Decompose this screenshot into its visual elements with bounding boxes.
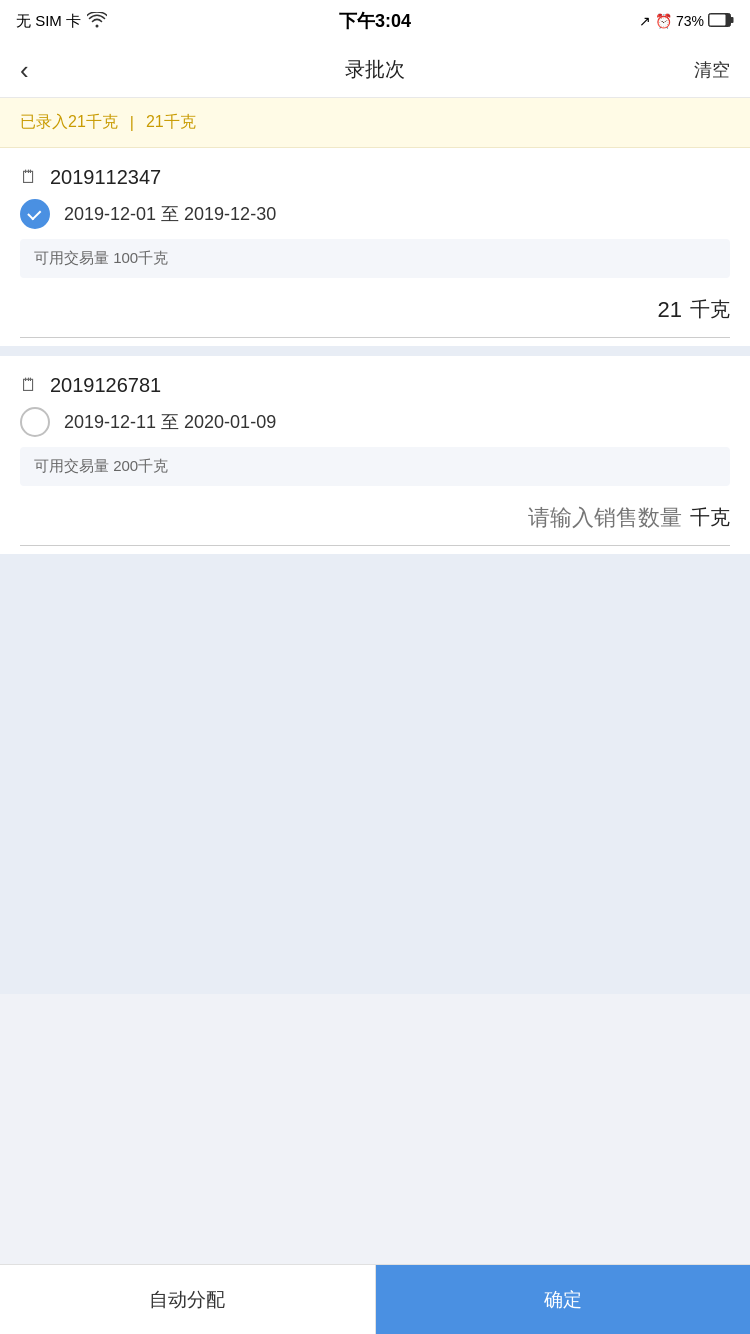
batch-1-row: 2019-12-01 至 2019-12-30 bbox=[0, 195, 750, 239]
batch-1-date: 2019-12-01 至 2019-12-30 bbox=[64, 202, 276, 226]
batch-2-icon: 🗒 bbox=[20, 375, 42, 397]
batch-2-id: 2019126781 bbox=[50, 374, 161, 397]
info-amount: 21千克 bbox=[146, 112, 196, 133]
batch-2-row: 2019-12-11 至 2020-01-09 bbox=[0, 403, 750, 447]
svg-rect-2 bbox=[710, 14, 726, 25]
auto-distribute-button[interactable]: 自动分配 bbox=[0, 1265, 376, 1334]
recorded-label: 已录入21千克 bbox=[20, 112, 118, 133]
batch-2-quantity-input[interactable] bbox=[402, 505, 682, 531]
footer: 自动分配 确定 bbox=[0, 1264, 750, 1334]
battery-icon bbox=[708, 13, 734, 30]
batch-2-available: 可用交易量 200千克 bbox=[20, 447, 730, 486]
batch-2-quantity-row: 千克 bbox=[0, 494, 750, 545]
batch-1-header: 🗒 2019112347 bbox=[0, 148, 750, 195]
status-right: ↗ ⏰ 73% bbox=[639, 13, 734, 30]
status-left: 无 SIM 卡 bbox=[16, 12, 107, 31]
batch-1-quantity-row: 千克 bbox=[0, 286, 750, 337]
location-icon: ↗ bbox=[639, 13, 651, 29]
batch-2-bottom-space bbox=[0, 546, 750, 554]
batch-2-unit: 千克 bbox=[690, 504, 730, 531]
svg-rect-1 bbox=[731, 17, 734, 23]
batch-2-date: 2019-12-11 至 2020-01-09 bbox=[64, 410, 276, 434]
batch-2-radio[interactable] bbox=[20, 407, 50, 437]
batch-1-quantity-input[interactable] bbox=[602, 297, 682, 323]
batch-1-radio[interactable] bbox=[20, 199, 50, 229]
batch-1-icon: 🗒 bbox=[20, 167, 42, 189]
batch-1-bottom-space bbox=[0, 338, 750, 346]
batch-1-id: 2019112347 bbox=[50, 166, 161, 189]
batch-card-2: 🗒 2019126781 2019-12-11 至 2020-01-09 可用交… bbox=[0, 356, 750, 554]
card-separator-2 bbox=[0, 554, 750, 564]
wifi-icon bbox=[87, 12, 107, 31]
info-bar: 已录入21千克 | 21千克 bbox=[0, 98, 750, 148]
clear-button[interactable]: 清空 bbox=[694, 58, 730, 82]
bottom-area bbox=[0, 564, 750, 994]
status-bar: 无 SIM 卡 下午3:04 ↗ ⏰ 73% bbox=[0, 0, 750, 42]
alarm-icon: ⏰ bbox=[655, 13, 672, 29]
batch-card-1: 🗒 2019112347 2019-12-01 至 2019-12-30 可用交… bbox=[0, 148, 750, 346]
back-button[interactable]: ‹ bbox=[20, 57, 29, 83]
nav-bar: ‹ 录批次 清空 bbox=[0, 42, 750, 98]
page-title: 录批次 bbox=[345, 56, 405, 83]
card-separator-1 bbox=[0, 346, 750, 356]
batch-1-available: 可用交易量 100千克 bbox=[20, 239, 730, 278]
battery-percent: 73% bbox=[676, 13, 704, 29]
batch-1-unit: 千克 bbox=[690, 296, 730, 323]
batch-2-header: 🗒 2019126781 bbox=[0, 356, 750, 403]
status-time: 下午3:04 bbox=[339, 9, 411, 33]
no-sim-text: 无 SIM 卡 bbox=[16, 12, 81, 31]
info-divider: | bbox=[130, 114, 134, 132]
confirm-button[interactable]: 确定 bbox=[376, 1265, 751, 1334]
